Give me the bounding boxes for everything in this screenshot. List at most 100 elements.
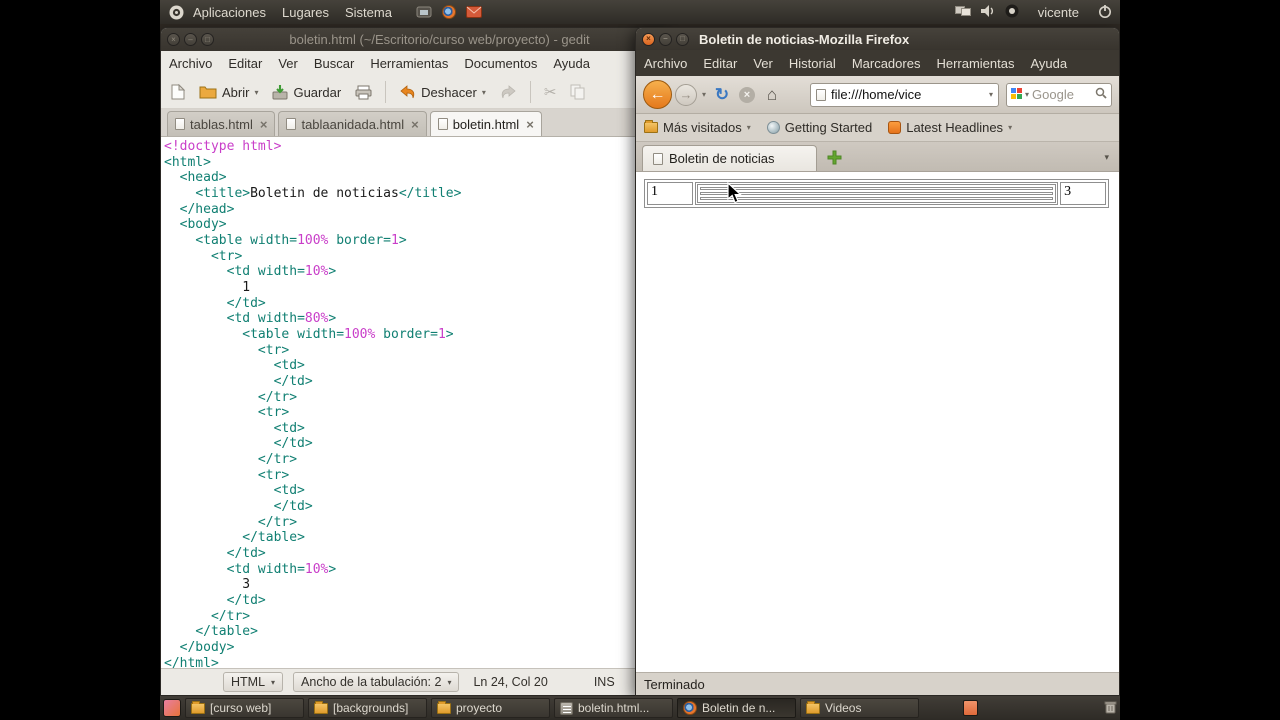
open-folder-icon	[199, 86, 217, 99]
user-menu[interactable]: vicente	[1029, 0, 1088, 24]
gedit-text-area[interactable]: <!doctype html> <html> <head> <title>Bole…	[161, 137, 671, 668]
desktop: Aplicaciones Lugares Sistema vicente × –…	[160, 0, 1120, 720]
gedit-titlebar[interactable]: × – □ boletin.html (~/Escritorio/curso w…	[161, 28, 671, 51]
panel-menu-lugares[interactable]: Lugares	[274, 0, 337, 24]
taskbar-videos[interactable]: Videos	[800, 698, 919, 718]
refresh-button[interactable]: ↻	[711, 84, 733, 106]
home-button[interactable]: ⌂	[761, 84, 783, 106]
bookmark-latest-headlines[interactable]: Latest Headlines ▾	[888, 120, 1012, 135]
bookmark-ma-s-visitados[interactable]: Más visitados ▾	[644, 120, 751, 135]
tab-width-combo[interactable]: Ancho de la tabulación: 2 ▾	[293, 672, 460, 692]
session-chat-icon[interactable]	[1005, 4, 1019, 21]
search-magnifier-icon[interactable]	[1095, 87, 1107, 102]
taskbar-boletin-de-n-[interactable]: Boletin de n...	[677, 698, 796, 718]
gedit-menu-editar[interactable]: Editar	[220, 51, 270, 76]
gedit-toolbar: Abrir ▾ Guardar Deshacer ▾ ✂	[161, 76, 671, 109]
firefox-menu-archivo[interactable]: Archivo	[636, 50, 695, 76]
gedit-menu-archivo[interactable]: Archivo	[161, 51, 220, 76]
open-button[interactable]: Abrir ▾	[193, 82, 264, 103]
bookmark-getting-started[interactable]: Getting Started	[766, 120, 872, 135]
code-line: </td>	[226, 593, 266, 609]
panel-menu-aplicaciones[interactable]: Aplicaciones	[185, 0, 274, 24]
taskbar-window-list: [curso web] [backgrounds] proyecto boletin.…	[185, 698, 919, 718]
cut-button[interactable]: ✂	[538, 80, 563, 104]
firefox-menu-historial[interactable]: Historial	[781, 50, 844, 76]
taskbar--curso-web-[interactable]: [curso web]	[185, 698, 304, 718]
firefox-menu-ayuda[interactable]: Ayuda	[1022, 50, 1075, 76]
ubuntu-logo-icon[interactable]	[168, 4, 185, 21]
close-tab-icon[interactable]: ×	[260, 117, 268, 132]
maximize-window-icon[interactable]: □	[676, 32, 689, 46]
new-tab-button[interactable]	[825, 148, 843, 166]
firefox-menu-editar[interactable]: Editar	[695, 50, 745, 76]
url-dropdown-icon[interactable]: ▾	[989, 90, 993, 99]
gedit-menu-ayuda[interactable]: Ayuda	[545, 51, 598, 76]
taskbar-proyecto[interactable]: proyecto	[431, 698, 550, 718]
tab-list-dropdown-icon[interactable]: ▾	[1104, 152, 1113, 163]
gedit-tab-bar: tablas.html × tablaanidada.html × boletin.ht…	[161, 109, 671, 137]
code-line: <table width=100% border=1>	[242, 326, 454, 342]
undo-button[interactable]: Deshacer ▾	[393, 82, 492, 103]
firefox-tab-boletin[interactable]: Boletin de noticias	[642, 145, 817, 171]
language-combo[interactable]: HTML ▾	[223, 672, 284, 692]
search-engine-dropdown-icon[interactable]: ▾	[1025, 90, 1029, 99]
redo-button[interactable]	[494, 82, 523, 102]
document-icon	[437, 118, 448, 130]
stop-button[interactable]: ×	[736, 84, 758, 106]
save-button[interactable]: Guardar	[266, 81, 347, 103]
close-tab-icon[interactable]: ×	[411, 117, 419, 132]
firefox-menu-ver[interactable]: Ver	[745, 50, 781, 76]
shutdown-icon[interactable]	[1098, 4, 1112, 21]
gedit-menu-buscar[interactable]: Buscar	[306, 51, 362, 76]
firefox-menu-marcadores[interactable]: Marcadores	[844, 50, 929, 76]
code-line: <tr>	[257, 342, 290, 358]
close-window-icon[interactable]: ×	[167, 33, 180, 46]
code-line: </html>	[164, 655, 219, 668]
panel-menu-sistema[interactable]: Sistema	[337, 0, 400, 24]
table-cell-middle	[694, 182, 1059, 205]
gedit-menu-herramientas[interactable]: Herramientas	[362, 51, 456, 76]
minimize-window-icon[interactable]: –	[184, 33, 197, 46]
close-window-icon[interactable]: ×	[642, 32, 655, 46]
forward-button[interactable]: →	[675, 83, 697, 106]
history-dropdown-icon[interactable]: ▾	[700, 90, 708, 99]
search-engine-icon[interactable]	[1011, 87, 1022, 102]
minimize-window-icon[interactable]: –	[659, 32, 672, 46]
copy-button[interactable]	[564, 81, 591, 103]
trash-icon[interactable]	[1104, 700, 1117, 717]
folder-icon	[437, 700, 451, 714]
search-box: ▾	[1006, 82, 1112, 107]
back-button[interactable]: ←	[643, 80, 672, 109]
panel-applet-icon[interactable]	[963, 700, 978, 716]
taskbar--backgrounds-[interactable]: [backgrounds]	[308, 698, 427, 718]
gedit-tab-tablaanidada-html[interactable]: tablaanidada.html ×	[278, 111, 427, 136]
mail-launcher-icon[interactable]	[466, 4, 483, 21]
gedit-menu-ver[interactable]: Ver	[270, 51, 306, 76]
volume-icon[interactable]	[980, 4, 995, 20]
firefox-launcher-icon[interactable]	[441, 4, 458, 21]
print-button[interactable]	[349, 82, 378, 103]
code-line: <td width=10%>	[226, 264, 337, 280]
search-input[interactable]	[1032, 87, 1092, 102]
open-dropdown-icon[interactable]: ▾	[254, 88, 258, 97]
code-line: <td width=10%>	[226, 561, 337, 577]
taskbar-boletin-html-[interactable]: boletin.html...	[554, 698, 673, 718]
show-desktop-button[interactable]	[163, 699, 181, 717]
top-panel: Aplicaciones Lugares Sistema vicente	[160, 0, 1120, 24]
firefox-menu-herramientas[interactable]: Herramientas	[928, 50, 1022, 76]
network-icon[interactable]	[954, 5, 971, 20]
undo-dropdown-icon[interactable]: ▾	[482, 88, 486, 97]
gedit-tab-tablas-html[interactable]: tablas.html ×	[167, 111, 276, 136]
screenshot-launcher-icon[interactable]	[416, 4, 433, 21]
panel-launchers	[416, 4, 483, 21]
url-input[interactable]	[831, 87, 984, 102]
firefox-statusbar: Terminado	[636, 672, 1119, 695]
code-line: <title>Boletin de noticias</title>	[195, 185, 462, 201]
new-document-button[interactable]	[165, 81, 191, 103]
gedit-tab-boletin-html[interactable]: boletin.html ×	[429, 111, 542, 136]
firefox-titlebar[interactable]: × – □ Boletin de noticias-Mozilla Firefo…	[636, 28, 1119, 50]
gedit-menu-documentos[interactable]: Documentos	[456, 51, 545, 76]
code-line: <!doctype html>	[164, 139, 282, 154]
close-tab-icon[interactable]: ×	[526, 117, 534, 132]
maximize-window-icon[interactable]: □	[201, 33, 214, 46]
